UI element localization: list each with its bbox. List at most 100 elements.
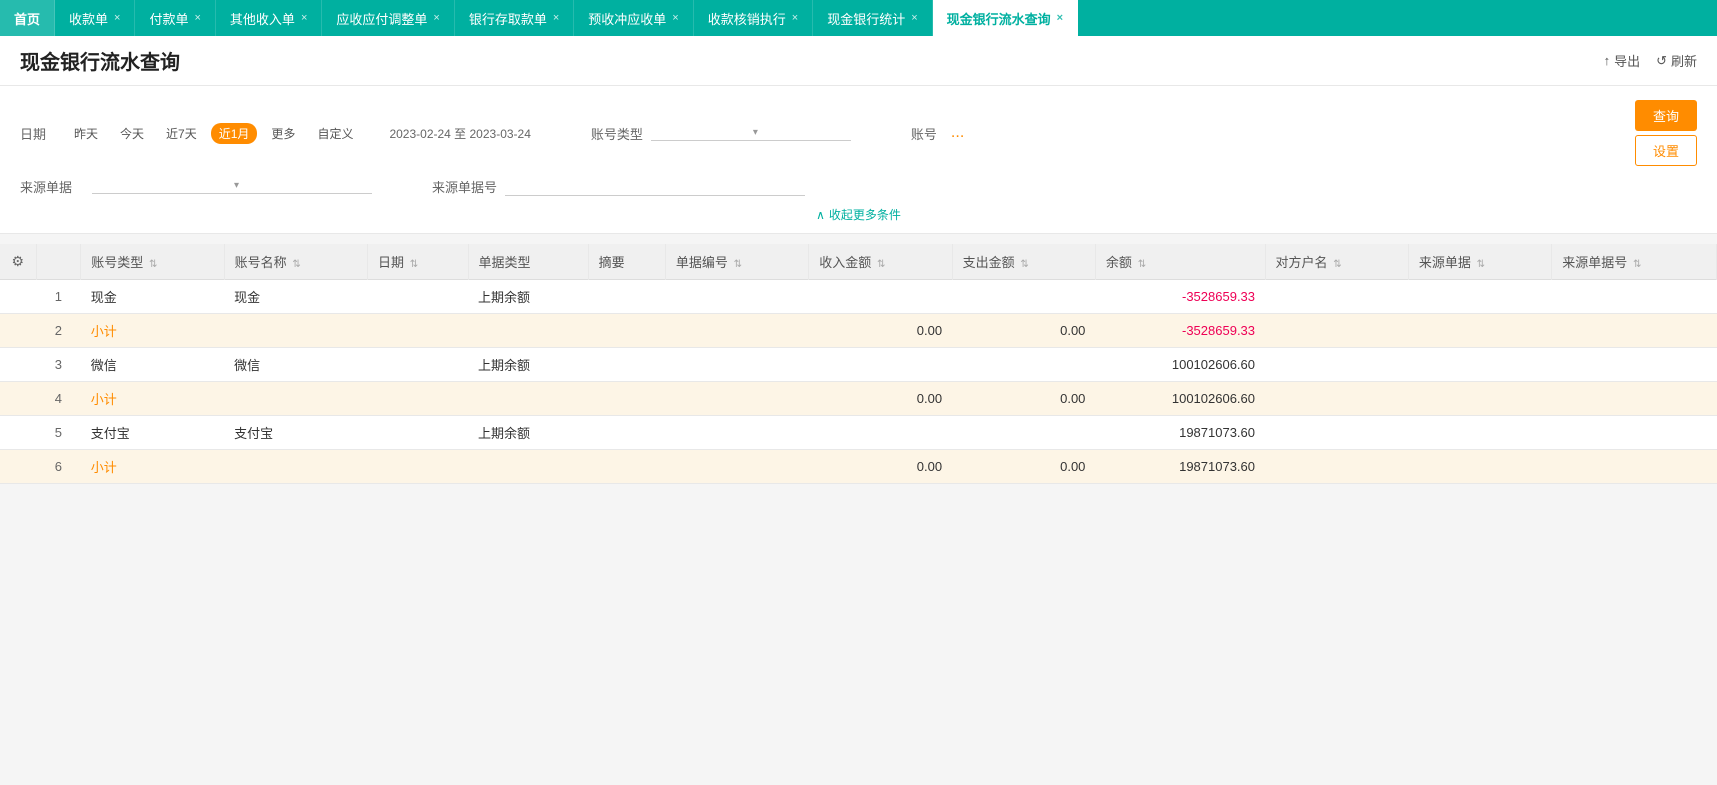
cell-account_type-4: 支付宝	[81, 416, 224, 450]
account-type-select[interactable]: ▾	[651, 125, 851, 141]
nav-item-write-off[interactable]: 收款核销执行×	[694, 0, 813, 36]
export-icon: ↑	[1604, 53, 1611, 68]
nav-close-bank-deposit[interactable]: ×	[553, 12, 559, 24]
date-range: 2023-02-24 至 2023-03-24	[389, 125, 530, 142]
col-header-income[interactable]: 收入金额 ⇅	[809, 244, 952, 280]
date-btn-today[interactable]: 今天	[112, 123, 152, 144]
date-btn-yesterday[interactable]: 昨天	[66, 123, 106, 144]
sort-icon-balance: ⇅	[1135, 259, 1146, 270]
nav-close-receipt[interactable]: ×	[114, 12, 120, 24]
nav-close-prepay[interactable]: ×	[672, 12, 678, 24]
cell-source_doc-4	[1408, 416, 1551, 450]
cell-source_doc-1	[1408, 314, 1551, 348]
nav-item-ar-ap-adjust[interactable]: 应收应付调整单×	[322, 0, 454, 36]
cell-source_doc_no-5	[1552, 450, 1717, 484]
nav-close-payment[interactable]: ×	[194, 12, 200, 24]
col-header-account_name[interactable]: 账号名称 ⇅	[224, 244, 367, 280]
cell-counterparty-0	[1265, 280, 1408, 314]
refresh-icon: ↺	[1656, 53, 1667, 69]
cell-no-5: 6	[36, 450, 81, 484]
nav-close-cash-stat[interactable]: ×	[911, 12, 917, 24]
date-btn-more[interactable]: 更多	[263, 123, 303, 144]
account-type-label: 账号类型	[591, 124, 643, 143]
nav-close-write-off[interactable]: ×	[792, 12, 798, 24]
refresh-button[interactable]: ↺ 刷新	[1656, 51, 1697, 70]
cell-account_type-2: 微信	[81, 348, 224, 382]
nav-item-payment[interactable]: 付款单×	[135, 0, 215, 36]
col-header-counterparty[interactable]: 对方户名 ⇅	[1265, 244, 1408, 280]
table-row: 1现金现金上期余额-3528659.33	[0, 280, 1717, 314]
cell-balance-4: 19871073.60	[1095, 416, 1265, 450]
cell-account_name-3	[224, 382, 367, 416]
date-btn-custom[interactable]: 自定义	[309, 123, 361, 144]
cell-account_name-2: 微信	[224, 348, 367, 382]
cell-source_doc_no-2	[1552, 348, 1717, 382]
date-btn-1month[interactable]: 近1月	[211, 123, 258, 144]
cell-expense-4	[952, 416, 1095, 450]
sort-icon-account_name: ⇅	[290, 259, 301, 270]
nav-item-cash-stat[interactable]: 现金银行统计×	[813, 0, 932, 36]
cell-date-2	[367, 348, 468, 382]
cell-doc_type-3	[468, 382, 588, 416]
col-header-settings: ⚙	[0, 244, 36, 280]
cell-settings-5	[0, 450, 36, 484]
cell-summary-0	[588, 280, 665, 314]
cell-summary-3	[588, 382, 665, 416]
cell-summary-2	[588, 348, 665, 382]
cell-counterparty-4	[1265, 416, 1408, 450]
settings-gear-icon[interactable]: ⚙	[11, 253, 24, 269]
cell-source_doc_no-3	[1552, 382, 1717, 416]
col-header-source_doc_no[interactable]: 来源单据号 ⇅	[1552, 244, 1717, 280]
cell-source_doc-2	[1408, 348, 1551, 382]
col-header-date[interactable]: 日期 ⇅	[367, 244, 468, 280]
date-btn-7days[interactable]: 近7天	[158, 123, 205, 144]
col-header-source_doc[interactable]: 来源单据 ⇅	[1408, 244, 1551, 280]
table-row: 5支付宝支付宝上期余额19871073.60	[0, 416, 1717, 450]
cell-income-3: 0.00	[809, 382, 952, 416]
col-header-no	[36, 244, 81, 280]
source-doc-no-label: 来源单据号	[432, 177, 497, 196]
account-label: 账号	[911, 124, 937, 143]
nav-item-cash-flow[interactable]: 现金银行流水查询×	[933, 0, 1078, 36]
cell-date-0	[367, 280, 468, 314]
settings-button[interactable]: 设置	[1635, 135, 1697, 166]
cell-income-1: 0.00	[809, 314, 952, 348]
nav-item-home[interactable]: 首页	[0, 0, 55, 36]
col-header-account_type[interactable]: 账号类型 ⇅	[81, 244, 224, 280]
cell-source_doc-5	[1408, 450, 1551, 484]
nav-close-ar-ap-adjust[interactable]: ×	[433, 12, 439, 24]
cell-account_type-1: 小计	[81, 314, 224, 348]
account-dots-button[interactable]: ...	[945, 124, 970, 142]
cell-doc_type-4: 上期余额	[468, 416, 588, 450]
cell-counterparty-2	[1265, 348, 1408, 382]
nav-item-other-income[interactable]: 其他收入单×	[216, 0, 322, 36]
collapse-button[interactable]: ∧ 收起更多条件	[816, 206, 901, 223]
source-doc-select[interactable]: ▾	[92, 178, 372, 194]
cell-no-0: 1	[36, 280, 81, 314]
cell-doc_no-5	[665, 450, 808, 484]
cell-account_type-3: 小计	[81, 382, 224, 416]
cell-expense-5: 0.00	[952, 450, 1095, 484]
query-button[interactable]: 查询	[1635, 100, 1697, 131]
sort-icon-doc_no: ⇅	[731, 259, 742, 270]
cell-counterparty-5	[1265, 450, 1408, 484]
export-button[interactable]: ↑ 导出	[1604, 51, 1641, 70]
nav-item-receipt[interactable]: 收款单×	[55, 0, 135, 36]
cell-expense-0	[952, 280, 1095, 314]
cell-balance-0: -3528659.33	[1095, 280, 1265, 314]
nav-close-other-income[interactable]: ×	[301, 12, 307, 24]
sort-icon-income: ⇅	[874, 259, 885, 270]
col-header-summary: 摘要	[588, 244, 665, 280]
cell-balance-2: 100102606.60	[1095, 348, 1265, 382]
nav-item-prepay[interactable]: 预收冲应收单×	[574, 0, 693, 36]
nav-close-cash-flow[interactable]: ×	[1057, 12, 1063, 24]
cell-no-4: 5	[36, 416, 81, 450]
nav-item-bank-deposit[interactable]: 银行存取款单×	[455, 0, 574, 36]
col-header-balance[interactable]: 余额 ⇅	[1095, 244, 1265, 280]
cell-doc_no-3	[665, 382, 808, 416]
col-header-expense[interactable]: 支出金额 ⇅	[952, 244, 1095, 280]
col-header-doc_no[interactable]: 单据编号 ⇅	[665, 244, 808, 280]
source-doc-no-input[interactable]	[505, 176, 805, 196]
cell-settings-0	[0, 280, 36, 314]
source-doc-arrow: ▾	[234, 180, 366, 191]
